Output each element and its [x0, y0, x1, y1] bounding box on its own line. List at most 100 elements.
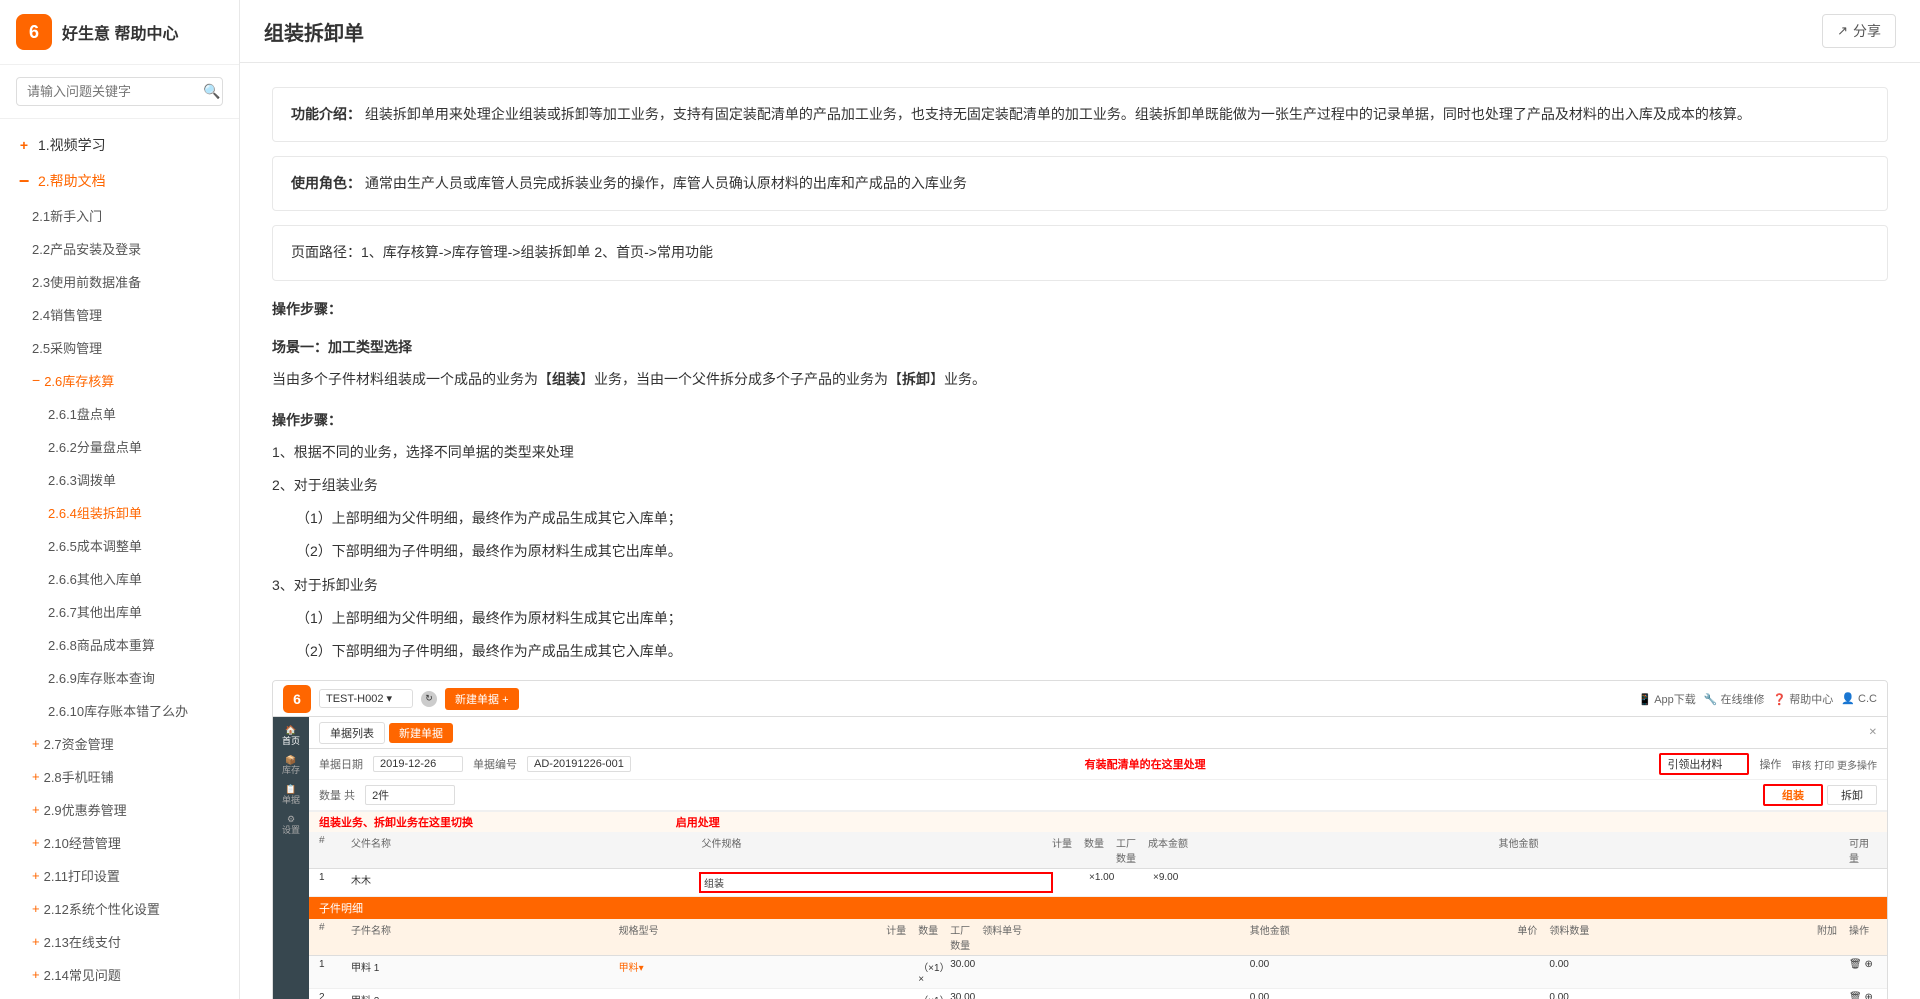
func-intro-box: 功能介绍： 组装拆卸单用来处理企业组装或拆卸等加工业务，支持有固定装配清单的产品…	[272, 87, 1888, 142]
fake-annotation1-label: 有装配清单的在这里处理	[1085, 759, 1206, 771]
sidebar-item-assembly[interactable]: 2.6.4组装拆卸单	[0, 496, 239, 529]
fake-ops-label: 操作	[1759, 756, 1781, 772]
path-text: 页面路径：1、库存核算->库存管理->组装拆卸单 2、首页->常用功能	[291, 244, 713, 260]
step1-text: 1、根据不同的业务，选择不同单据的类型来处理	[272, 440, 1888, 465]
fake-upper-row1: 1 木木 组装 ×1.00 ×9.00	[309, 869, 1887, 897]
sidebar-item-stock-check[interactable]: 2.6.9库存账本查询	[0, 661, 239, 694]
fake-date-label: 单据日期	[319, 756, 363, 772]
fake-th-cost: 成本金额	[1148, 835, 1495, 865]
sidebar-item-custom[interactable]: +2.12系统个性化设置	[0, 892, 239, 925]
fake-annotation2-label: 组装业务、拆卸业务在这里切换	[319, 817, 473, 829]
scene1-heading: 场景一：加工类型选择	[272, 337, 1888, 357]
nav-tree: + 1.视频学习 − 2.帮助文档 2.1新手入门 2.2产品安装及登录 2.3…	[0, 119, 239, 999]
app-logo-icon: 6	[16, 14, 52, 50]
sidebar-item-cost-adjust[interactable]: 2.6.5成本调整单	[0, 529, 239, 562]
fake-th-num: #	[319, 835, 347, 865]
fake-count-input: 2件	[365, 785, 455, 805]
fake-fields-row: 单据日期 2019-12-26 单据编号 AD-20191226-001 有装配…	[309, 749, 1887, 780]
sidebar-item-finance[interactable]: +2.7资金管理	[0, 727, 239, 760]
screenshot-container: 6 TEST-H002 ▾ ↻ 新建单据 + 📱 App下载 🔧 在线维修 ❓ …	[272, 680, 1888, 999]
app-logo-text: 好生意 帮助中心	[62, 20, 178, 44]
fake-lower-row2: 2 甲料 2 （×1）× 30.00 0.00 0.00 🗑 ⊕	[309, 989, 1887, 999]
sidebar-item-purchase[interactable]: 2.5采购管理	[0, 331, 239, 364]
fake-help-icon: ❓ 帮助中心	[1773, 691, 1834, 707]
fake-th-factory-qty: 工厂数量	[1116, 835, 1144, 865]
fake-annotation1-area: 有装配清单的在这里处理	[641, 756, 1650, 772]
fake-nav-item2: 📦库存	[282, 755, 300, 777]
fake-type-input: 引领出材料	[1659, 753, 1749, 775]
sidebar-item-docs[interactable]: − 2.帮助文档	[0, 163, 239, 199]
sidebar-item-stocktake[interactable]: 2.6.1盘点单	[0, 397, 239, 430]
sidebar-item-account-err[interactable]: 2.6.10库存账本错了么办	[0, 694, 239, 727]
sidebar-item-sales[interactable]: 2.4销售管理	[0, 298, 239, 331]
fake-count-label: 数量 共	[319, 787, 355, 803]
sidebar-item-adjust[interactable]: 2.6.3调拨单	[0, 463, 239, 496]
search-area: 🔍	[0, 65, 239, 119]
func-intro-text: 组装拆卸单用来处理企业组装或拆卸等加工业务，支持有固定装配清单的产品加工业务，也…	[365, 106, 1751, 122]
fake-new-bill-btn: 新建单据 +	[445, 688, 518, 710]
fake-tab-new: 新建单据	[389, 723, 453, 743]
page-title: 组装拆卸单	[264, 17, 364, 46]
scene1-desc: 当由多个子件材料组装成一个成品的业务为【组装】业务，当由一个父件拆分成多个子产品…	[272, 367, 1888, 392]
sidebar-item-cases[interactable]: +2.15操作案例	[0, 991, 239, 999]
fake-nav-item4: ⚙设置	[282, 814, 300, 836]
search-input[interactable]	[27, 84, 203, 99]
fake-action-btns: 审核 打印 更多操作	[1791, 757, 1877, 772]
fake-nav-item1: 🏠首页	[282, 725, 300, 747]
fake-app-dl-icon: 📱 App下载	[1638, 691, 1696, 707]
sidebar-item-install[interactable]: 2.2产品安装及登录	[0, 232, 239, 265]
step3-sub1-text: （1）上部明细为父件明细，最终作为原材料生成其它出库单；	[272, 606, 1888, 631]
fake-tab-list: 单据列表	[319, 722, 385, 744]
fake-th-avail: 可用量	[1849, 835, 1877, 865]
sidebar-item-mobile[interactable]: +2.8手机旺铺	[0, 760, 239, 793]
fake-company-select: TEST-H002 ▾	[319, 689, 413, 708]
fake-annotation3-label: 启用处理	[676, 817, 720, 829]
fake-left-nav: 🏠首页 📦库存 📋单据 ⚙设置	[273, 717, 309, 999]
fake-fields-row2: 数量 共 2件 组装 拆卸	[309, 780, 1887, 811]
fake-upper-table-header: # 父件名称 父件规格 计量 数量 工厂数量 成本金额 其他金额 可用量	[309, 832, 1887, 869]
plus-icon: +	[16, 137, 32, 153]
fake-th-qty: 数量	[1084, 835, 1112, 865]
sidebar-item-video[interactable]: + 1.视频学习	[0, 127, 239, 163]
step2-sub1-text: （1）上部明细为父件明细，最终作为产成品生成其它入库单；	[272, 506, 1888, 531]
sidebar-item-data-prep[interactable]: 2.3使用前数据准备	[0, 265, 239, 298]
sidebar-item-other-in[interactable]: 2.6.6其他入库单	[0, 562, 239, 595]
sidebar-item-inventory[interactable]: − 2.6库存核算	[0, 364, 239, 397]
inventory-minus-icon: −	[32, 372, 40, 388]
step3-sub2-text: （2）下部明细为子件明细，最终作为产成品生成其它入库单。	[272, 639, 1888, 664]
role-box: 使用角色： 通常由生产人员或库管人员完成拆装业务的操作，库管人员确认原材料的出库…	[272, 156, 1888, 211]
search-box[interactable]: 🔍	[16, 77, 223, 106]
sidebar-item-ops[interactable]: +2.10经营管理	[0, 826, 239, 859]
ops-heading: 操作步骤：	[272, 299, 1888, 319]
fake-date-input: 2019-12-26	[373, 756, 463, 772]
role-label: 使用角色：	[291, 175, 361, 191]
role-text: 通常由生产人员或库管人员完成拆装业务的操作，库管人员确认原材料的出库和产成品的入…	[365, 175, 967, 191]
fake-tabs: 单据列表 新建单据 ✕	[309, 717, 1887, 749]
sidebar-item-faq[interactable]: +2.14常见问题	[0, 958, 239, 991]
fake-disassy-type: 拆卸	[1827, 785, 1877, 805]
fake-app-body: 🏠首页 📦库存 📋单据 ⚙设置 单据列表 新建单据 ✕	[273, 717, 1887, 999]
fake-th-spec: 父件规格	[702, 835, 1049, 865]
fake-billno-label: 单据编号	[473, 756, 517, 772]
ops-steps-heading: 操作步骤：	[272, 410, 1888, 430]
sidebar-item-coupon[interactable]: +2.9优惠券管理	[0, 793, 239, 826]
share-button[interactable]: ↗ 分享	[1822, 14, 1896, 48]
fake-type-area: 组装 拆卸	[1763, 784, 1877, 806]
fake-app-icon: 6	[283, 685, 311, 713]
sidebar-item-other-out[interactable]: 2.6.7其他出库单	[0, 595, 239, 628]
fake-th-unit: 计量	[1052, 835, 1080, 865]
fake-refresh-icon: ↻	[421, 691, 437, 707]
logo-area: 6 好生意 帮助中心	[0, 0, 239, 65]
page-header: 组装拆卸单 ↗ 分享	[240, 0, 1920, 63]
fake-lower-table-header: # 子件名称 规格型号 计量 数量 工厂数量 领料单号 其他金额 单价 领料数量…	[309, 919, 1887, 956]
fake-th-name: 父件名称	[351, 835, 698, 865]
search-icon[interactable]: 🔍	[203, 83, 220, 100]
sidebar-item-cost-calc[interactable]: 2.6.8商品成本重算	[0, 628, 239, 661]
sidebar-item-payment[interactable]: +2.13在线支付	[0, 925, 239, 958]
fake-section-bar: 子件明细	[309, 897, 1887, 919]
sidebar-item-new-user[interactable]: 2.1新手入门	[0, 199, 239, 232]
sidebar-item-print[interactable]: +2.11打印设置	[0, 859, 239, 892]
share-icon: ↗	[1837, 23, 1848, 39]
sidebar-item-split[interactable]: 2.6.2分量盘点单	[0, 430, 239, 463]
fake-close-btn: ✕	[1869, 727, 1877, 738]
